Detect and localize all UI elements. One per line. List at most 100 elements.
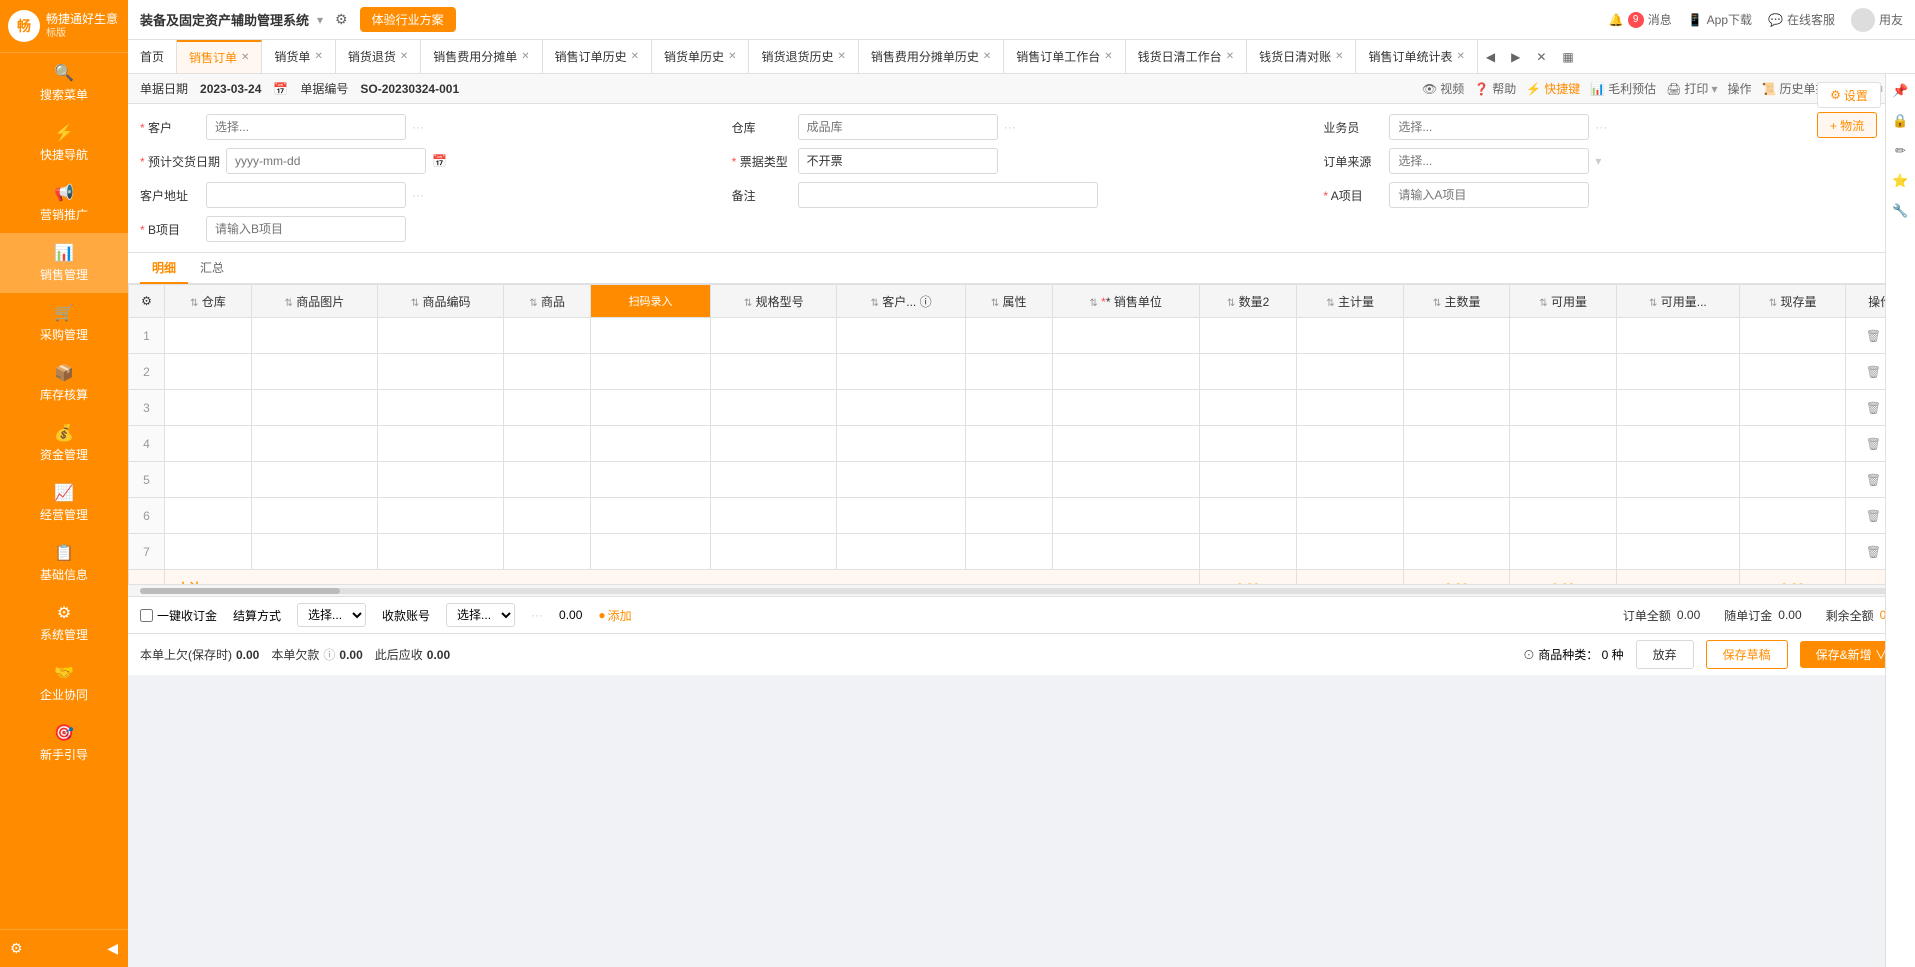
warehouse-input[interactable] [798,114,998,140]
sidebar-item-operations[interactable]: 📈 经营管理 [0,473,128,533]
th-barcode[interactable]: 扫码录入 [591,285,711,318]
cell-product-1[interactable] [504,318,591,354]
notification-item[interactable]: 🔔 9 消息 [1609,11,1672,28]
tab-sales-order-close-icon[interactable]: ✕ [241,52,249,63]
delete-row-4-icon[interactable]: 🗑 [1866,437,1881,451]
tab-close-all-icon[interactable]: ✕ [1528,50,1554,64]
cell-unit-4[interactable] [1052,426,1199,462]
tab-prev-icon[interactable]: ◀ [1478,50,1503,64]
settlement-select[interactable]: 选择... [297,603,366,627]
cell-unit-2[interactable] [1052,354,1199,390]
tab-sales-order[interactable]: 销售订单 ✕ [177,40,262,74]
tab-return-history[interactable]: 销货退货历史 ✕ [749,40,858,74]
rp-edit-icon[interactable]: ✏ [1888,138,1914,164]
cell-warehouse-1[interactable] [165,318,252,354]
rp-pin-icon[interactable]: 📌 [1888,78,1914,104]
tab-menu-icon[interactable]: ▦ [1554,50,1581,64]
order-source-input[interactable] [1389,148,1589,174]
cell-warehouse-2[interactable] [165,354,252,390]
profit-action[interactable]: 📊 毛利预估 [1590,80,1656,97]
warehouse-more-icon[interactable]: ··· [1004,120,1016,134]
tab-order-workbench-close-icon[interactable]: ✕ [1104,51,1112,62]
cell-qty2-4[interactable] [1199,426,1297,462]
delivery-calendar-icon[interactable]: 📅 [432,154,447,168]
help-action[interactable]: ❓ 帮助 [1474,80,1516,97]
sidebar-item-basic-info[interactable]: 📋 基础信息 [0,533,128,593]
view-action[interactable]: 👁 视频 [1422,80,1464,97]
a-project-input[interactable] [1389,182,1589,208]
sidebar-item-inventory[interactable]: 📦 库存核算 [0,353,128,413]
collapse-icon[interactable]: ◀ [107,940,118,957]
deposit-checkbox-input[interactable] [140,609,153,622]
receipt-more-icon[interactable]: ··· [531,608,543,622]
add-material-btn[interactable]: + 物流 [1817,112,1877,138]
cell-unit-7[interactable] [1052,534,1199,570]
tab-stats[interactable]: 销售订单统计表 ✕ [1356,40,1477,74]
cell-code-7[interactable] [378,534,504,570]
cell-qty2-6[interactable] [1199,498,1297,534]
sidebar-item-marketing[interactable]: 📢 营销推广 [0,173,128,233]
sidebar-item-nav[interactable]: ⚡ 快捷导航 [0,113,128,173]
tab-daily-workbench[interactable]: 钱货日清工作台 ✕ [1126,40,1247,74]
delete-row-6-icon[interactable]: 🗑 [1866,509,1881,523]
user-item[interactable]: 用友 [1851,8,1903,32]
invoice-type-select[interactable]: 不开票 增值税普通发票 增值税专用发票 [798,148,998,174]
cell-code-2[interactable] [378,354,504,390]
tab-return[interactable]: 销货退货 ✕ [336,40,421,74]
tab-invoice-history-close-icon[interactable]: ✕ [728,51,736,62]
tab-stats-close-icon[interactable]: ✕ [1457,51,1465,62]
cell-code-4[interactable] [378,426,504,462]
tab-invoice-close-icon[interactable]: ✕ [314,51,322,62]
tab-invoice-history[interactable]: 销货单历史 ✕ [652,40,749,74]
detail-tab-summary[interactable]: 汇总 [188,253,236,284]
tab-order-history-close-icon[interactable]: ✕ [631,51,639,62]
app-download-item[interactable]: 📱 App下载 [1688,11,1752,28]
cell-qty2-7[interactable] [1199,534,1297,570]
tab-expense-close-icon[interactable]: ✕ [521,51,529,62]
cell-product-6[interactable] [504,498,591,534]
receipt-account-select[interactable]: 选择... [446,603,515,627]
salesperson-input[interactable] [1389,114,1589,140]
current-order-info-icon[interactable]: ⓘ [323,646,335,663]
settings-btn[interactable]: ⚙ 设置 [1817,82,1881,108]
customer-address-input[interactable] [206,182,406,208]
rp-lock-icon[interactable]: 🔒 [1888,108,1914,134]
cell-unit-5[interactable] [1052,462,1199,498]
solution-btn[interactable]: 体验行业方案 [360,7,456,32]
cell-qty2-2[interactable] [1199,354,1297,390]
tab-order-history[interactable]: 销售订单历史 ✕ [543,40,652,74]
delete-row-5-icon[interactable]: 🗑 [1866,473,1881,487]
shortcut-action[interactable]: ⚡ 快捷键 [1526,80,1580,97]
cell-product-3[interactable] [504,390,591,426]
salesperson-more-icon[interactable]: ··· [1595,120,1607,134]
cell-warehouse-6[interactable] [165,498,252,534]
tab-home[interactable]: 首页 [128,40,177,74]
b-project-input[interactable] [206,216,406,242]
abandon-btn[interactable]: 放弃 [1636,640,1694,669]
sidebar-item-search[interactable]: 🔍 搜索菜单 [0,53,128,113]
cell-qty2-5[interactable] [1199,462,1297,498]
save-draft-btn[interactable]: 保存草稿 [1706,640,1788,669]
horizontal-scrollbar[interactable] [128,584,1915,596]
sidebar-item-collab[interactable]: 🤝 企业协同 [0,653,128,713]
cell-qty2-1[interactable] [1199,318,1297,354]
tab-next-icon[interactable]: ▶ [1503,50,1528,64]
cell-code-5[interactable] [378,462,504,498]
sidebar-item-purchase[interactable]: 🛒 采购管理 [0,293,128,353]
customer-input[interactable] [206,114,406,140]
cell-main-qty-4[interactable] [1403,426,1510,462]
tab-return-close-icon[interactable]: ✕ [400,51,408,62]
tab-expense[interactable]: 销售费用分摊单 ✕ [421,40,542,74]
calendar-icon[interactable]: 📅 [273,82,288,96]
delete-row-2-icon[interactable]: 🗑 [1866,365,1881,379]
sidebar-item-sales[interactable]: 📊 销售管理 [0,233,128,293]
rp-star-icon[interactable]: ⭐ [1888,168,1914,194]
add-deposit-btn[interactable]: ● 添加 [598,607,631,624]
delete-row-7-icon[interactable]: 🗑 [1866,545,1881,559]
address-more-icon[interactable]: ··· [412,188,424,202]
cell-main-qty-3[interactable] [1403,390,1510,426]
tab-expense-history[interactable]: 销售费用分摊单历史 ✕ [859,40,1004,74]
operation-action[interactable]: 操作 [1727,80,1751,97]
customer-more-icon[interactable]: ··· [412,120,424,134]
tab-expense-history-close-icon[interactable]: ✕ [983,51,991,62]
